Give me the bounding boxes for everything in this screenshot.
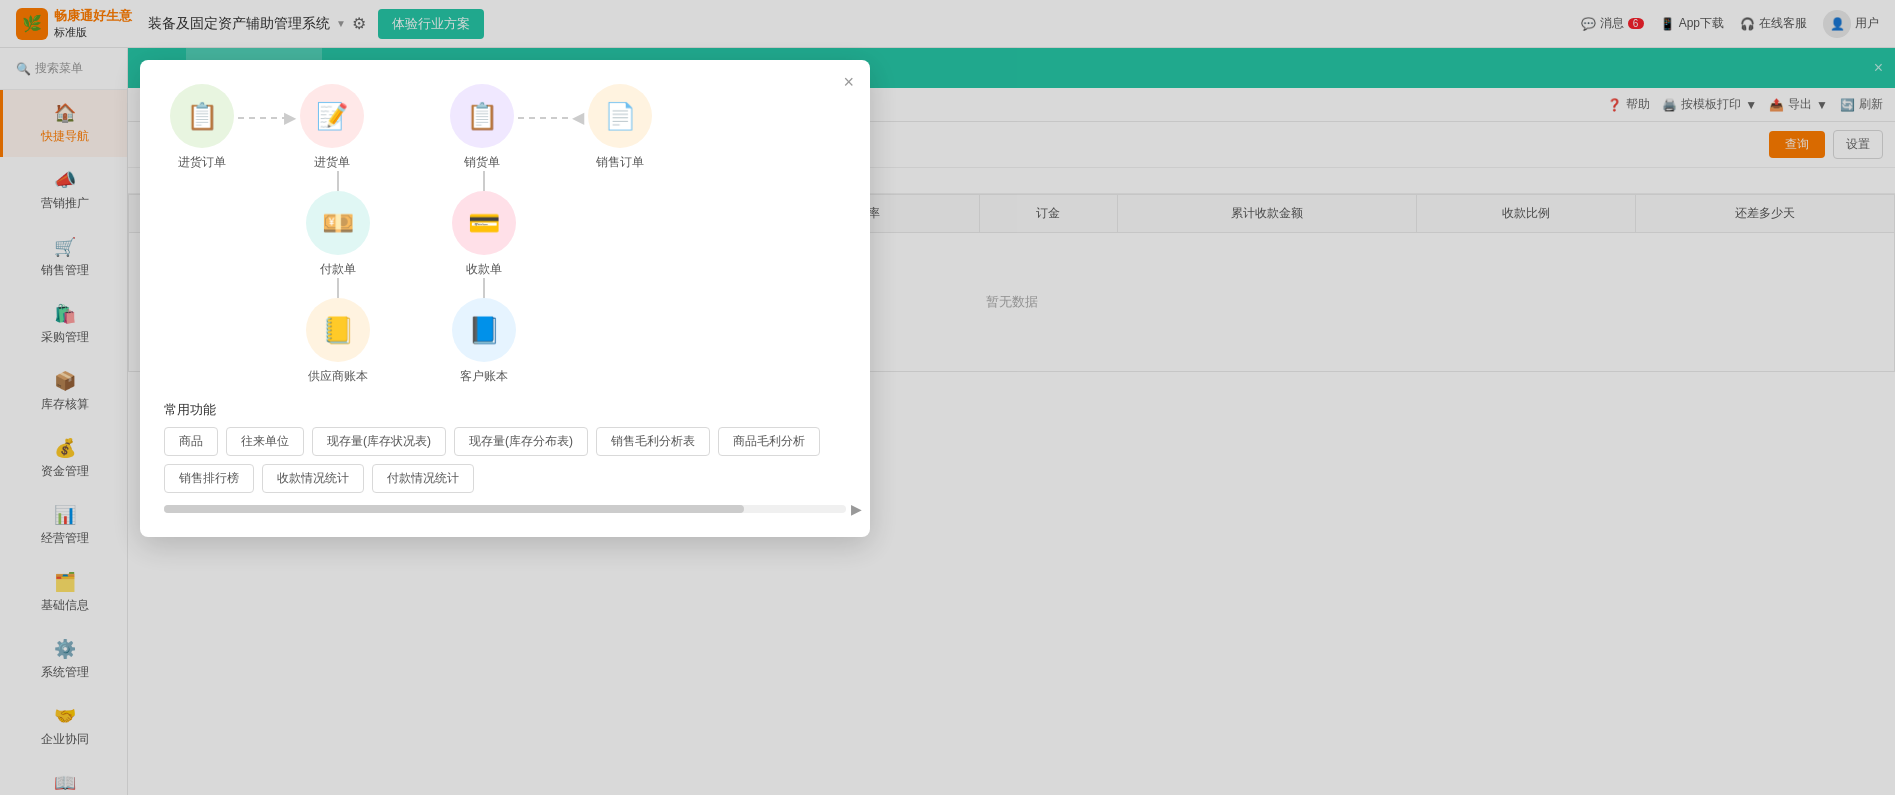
flow-node-supplier[interactable]: 📒 供应商账本	[306, 298, 370, 385]
modal-scrollbar[interactable]: ▶	[164, 505, 846, 513]
modal-box: × 📋 进货订单 ▶	[140, 60, 870, 537]
common-btn-0[interactable]: 商品	[164, 427, 218, 456]
scroll-right-arrow[interactable]: ▶	[851, 501, 862, 517]
common-btn-4[interactable]: 销售毛利分析表	[596, 427, 710, 456]
flow-circle-supplier: 📒	[306, 298, 370, 362]
flow-node-customer[interactable]: 📘 客户账本	[452, 298, 516, 385]
flow-circle-receipt: 💳	[452, 191, 516, 255]
common-btn-7[interactable]: 收款情况统计	[262, 464, 364, 493]
common-btn-6[interactable]: 销售排行榜	[164, 464, 254, 493]
common-btn-5[interactable]: 商品毛利分析	[718, 427, 820, 456]
flow-circle-sales-order: 📄	[588, 84, 652, 148]
modal-close-btn[interactable]: ×	[843, 72, 854, 93]
flow-circle-customer: 📘	[452, 298, 516, 362]
flow-circle-payment: 💴	[306, 191, 370, 255]
flow-label-sales-bill: 销货单	[464, 154, 500, 171]
flow-circle-purchase-order: 📋	[170, 84, 234, 148]
common-functions-section: 常用功能 商品 往来单位 现存量(库存状况表) 现存量(库存分布表) 销售毛利分…	[164, 401, 846, 493]
flow-label-purchase-bill: 进货单	[314, 154, 350, 171]
flow-label-customer: 客户账本	[460, 368, 508, 385]
flow-node-sales-order[interactable]: 📄 销售订单	[588, 84, 652, 171]
common-btn-2[interactable]: 现存量(库存状况表)	[312, 427, 446, 456]
flow-label-sales-order: 销售订单	[596, 154, 644, 171]
common-btns-row2: 销售排行榜 收款情况统计 付款情况统计	[164, 464, 846, 493]
modal-overlay: × 📋 进货订单 ▶	[0, 0, 1895, 795]
common-btn-3[interactable]: 现存量(库存分布表)	[454, 427, 588, 456]
common-btn-1[interactable]: 往来单位	[226, 427, 304, 456]
common-functions-title: 常用功能	[164, 401, 846, 419]
flow-label-payment: 付款单	[320, 261, 356, 278]
common-btn-8[interactable]: 付款情况统计	[372, 464, 474, 493]
flow-circle-sales-bill: 📋	[450, 84, 514, 148]
modal-scrollbar-thumb	[164, 505, 744, 513]
flow-node-sales-bill[interactable]: 📋 销货单	[450, 84, 514, 171]
flow-node-payment[interactable]: 💴 付款单	[306, 191, 370, 278]
flow-label-supplier: 供应商账本	[308, 368, 368, 385]
flow-circle-purchase-bill: 📝	[300, 84, 364, 148]
flow-node-purchase-order[interactable]: 📋 进货订单	[170, 84, 234, 171]
flow-label-receipt: 收款单	[466, 261, 502, 278]
common-btns-row1: 商品 往来单位 现存量(库存状况表) 现存量(库存分布表) 销售毛利分析表 商品…	[164, 427, 846, 456]
flow-node-purchase-bill[interactable]: 📝 进货单	[300, 84, 364, 171]
flow-node-receipt[interactable]: 💳 收款单	[452, 191, 516, 278]
flow-label-purchase-order: 进货订单	[178, 154, 226, 171]
